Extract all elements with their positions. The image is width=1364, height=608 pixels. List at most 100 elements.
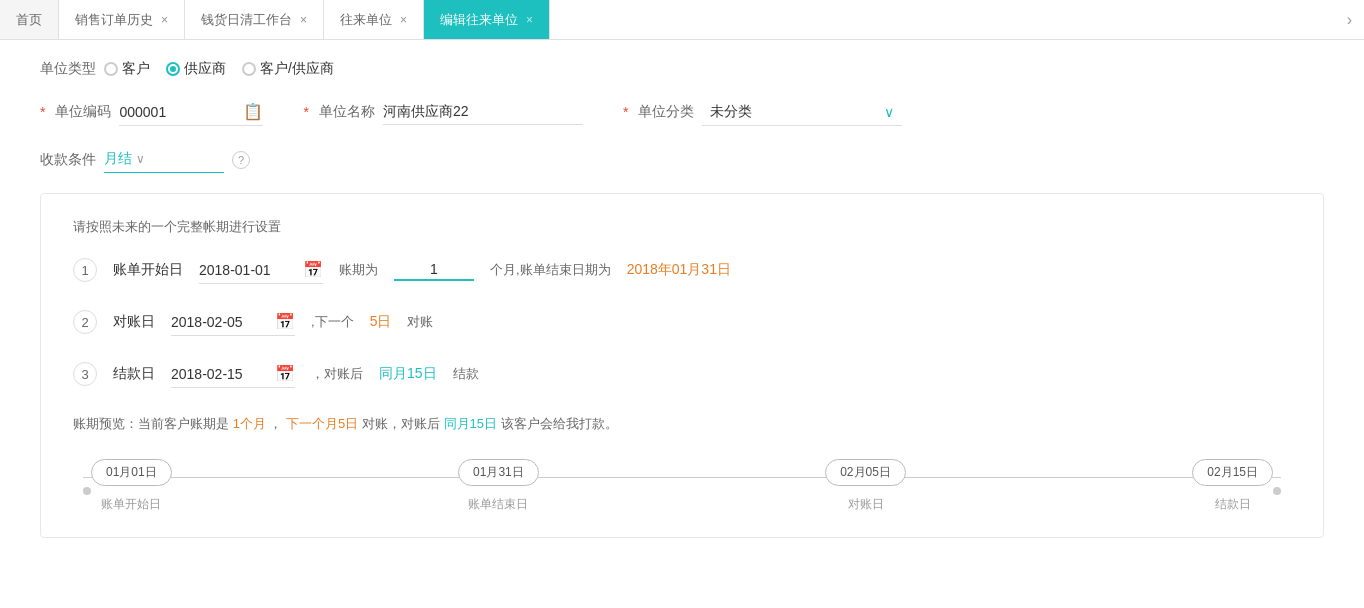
setting-number-1: 1 bbox=[73, 258, 97, 282]
setting-number-3: 3 bbox=[73, 362, 97, 386]
tab-expand-button[interactable]: › bbox=[1335, 0, 1364, 39]
unit-code-icon[interactable]: 📋 bbox=[243, 102, 263, 121]
timeline-node-0: 01月01日 账单开始日 bbox=[91, 459, 172, 513]
settings-card: 请按照未来的一个完整帐期进行设置 1 账单开始日 📅 账期为 个月,账单结束日期… bbox=[40, 193, 1324, 538]
reconcile-date-input-wrapper: 📅 bbox=[171, 308, 295, 336]
timeline-label-1: 账单结束日 bbox=[468, 496, 528, 513]
timeline-pill-1: 01月31日 bbox=[458, 459, 539, 486]
period-desc-prefix: 账期为 bbox=[339, 261, 378, 279]
tab-cashier-workbench-label: 钱货日清工作台 bbox=[201, 11, 292, 29]
tab-partner-units-close[interactable]: × bbox=[400, 13, 407, 27]
preview-text2: ， bbox=[269, 416, 282, 431]
tab-home-label: 首页 bbox=[16, 11, 42, 29]
settlement-desc-part1: ，对账后 bbox=[311, 365, 363, 383]
payment-condition-label: 收款条件 bbox=[40, 151, 96, 169]
tab-edit-partner-units-close[interactable]: × bbox=[526, 13, 533, 27]
preview-part1: 1个月 bbox=[233, 416, 266, 431]
timeline-pill-2: 02月05日 bbox=[825, 459, 906, 486]
timeline-node-2: 02月05日 对账日 bbox=[825, 459, 906, 513]
setting-label-3: 结款日 bbox=[113, 365, 155, 383]
timeline-label-3: 结款日 bbox=[1215, 496, 1251, 513]
timeline-node-1: 01月31日 账单结束日 bbox=[458, 459, 539, 513]
unit-name-field: * 单位名称 bbox=[303, 100, 582, 125]
reconcile-desc-part1: ,下一个 bbox=[311, 313, 354, 331]
timeline-pill-0: 01月01日 bbox=[91, 459, 172, 486]
unit-classify-label: 单位分类 bbox=[638, 103, 694, 121]
settlement-desc-part2: 结款 bbox=[453, 365, 479, 383]
radio-customer-circle bbox=[104, 62, 118, 76]
radio-supplier-circle bbox=[166, 62, 180, 76]
tab-partner-units[interactable]: 往来单位 × bbox=[324, 0, 424, 39]
tab-bar: 首页 销售订单历史 × 钱货日清工作台 × 往来单位 × 编辑往来单位 × › bbox=[0, 0, 1364, 40]
settlement-date-calendar-icon[interactable]: 📅 bbox=[275, 364, 295, 383]
unit-type-radio-group: 客户 供应商 客户/供应商 bbox=[104, 60, 334, 78]
timeline-right-dot bbox=[1273, 487, 1281, 495]
setting-label-1: 账单开始日 bbox=[113, 261, 183, 279]
timeline-label-2: 对账日 bbox=[848, 496, 884, 513]
tab-edit-partner-units-label: 编辑往来单位 bbox=[440, 11, 518, 29]
preview-text3: 对账，对账后 bbox=[362, 416, 440, 431]
setting-row-2: 2 对账日 📅 ,下一个 5日 对账 bbox=[73, 308, 1291, 336]
timeline-nodes: 01月01日 账单开始日 01月31日 账单结束日 02月05日 对账日 02月… bbox=[91, 459, 1273, 513]
timeline-node-3: 02月15日 结款日 bbox=[1192, 459, 1273, 513]
settlement-date-input[interactable] bbox=[171, 366, 271, 382]
payment-condition-help-icon[interactable]: ? bbox=[232, 151, 250, 169]
unit-name-input[interactable] bbox=[383, 100, 583, 125]
start-date-input[interactable] bbox=[199, 262, 299, 278]
payment-condition-chevron-icon: ∨ bbox=[136, 152, 145, 166]
radio-customer-supplier-circle bbox=[242, 62, 256, 76]
unit-type-label: 单位类型 bbox=[40, 60, 96, 78]
radio-customer[interactable]: 客户 bbox=[104, 60, 150, 78]
tab-edit-partner-units[interactable]: 编辑往来单位 × bbox=[424, 0, 550, 39]
radio-supplier-label: 供应商 bbox=[184, 60, 226, 78]
preview-text4: 该客户会给我打款。 bbox=[501, 416, 618, 431]
payment-condition-field: 收款条件 月结 ∨ ? bbox=[40, 146, 250, 173]
tab-sales-history[interactable]: 销售订单历史 × bbox=[59, 0, 185, 39]
tab-cashier-workbench[interactable]: 钱货日清工作台 × bbox=[185, 0, 324, 39]
unit-classify-arrow-icon: ∨ bbox=[884, 104, 894, 120]
payment-condition-select[interactable]: 月结 ∨ bbox=[104, 146, 224, 173]
reconcile-date-input[interactable] bbox=[171, 314, 271, 330]
unit-name-required: * bbox=[303, 104, 308, 120]
unit-code-input-wrapper: 📋 bbox=[119, 98, 263, 126]
payment-condition-value: 月结 bbox=[104, 150, 132, 168]
radio-customer-label: 客户 bbox=[122, 60, 150, 78]
start-date-calendar-icon[interactable]: 📅 bbox=[303, 260, 323, 279]
start-date-input-wrapper: 📅 bbox=[199, 256, 323, 284]
settlement-highlight2: 同月15日 bbox=[379, 365, 437, 383]
unit-classify-required: * bbox=[623, 104, 628, 120]
end-date-highlight: 2018年01月31日 bbox=[627, 261, 731, 279]
payment-condition-row: 收款条件 月结 ∨ ? bbox=[40, 146, 1324, 173]
unit-classify-select[interactable]: 未分类 ∨ bbox=[702, 99, 902, 126]
setting-number-2: 2 bbox=[73, 310, 97, 334]
tab-partner-units-label: 往来单位 bbox=[340, 11, 392, 29]
period-input[interactable] bbox=[394, 259, 474, 281]
radio-customer-supplier-label: 客户/供应商 bbox=[260, 60, 334, 78]
setting-label-2: 对账日 bbox=[113, 313, 155, 331]
unit-type-row: 单位类型 客户 供应商 客户/供应商 bbox=[40, 60, 1324, 78]
main-content: 单位类型 客户 供应商 客户/供应商 * 单位编码 bbox=[0, 40, 1364, 608]
unit-code-field: * 单位编码 📋 bbox=[40, 98, 263, 126]
tab-sales-history-label: 销售订单历史 bbox=[75, 11, 153, 29]
unit-code-required: * bbox=[40, 104, 45, 120]
timeline-pill-3: 02月15日 bbox=[1192, 459, 1273, 486]
tab-home[interactable]: 首页 bbox=[0, 0, 59, 39]
period-desc-suffix: 个月,账单结束日期为 bbox=[490, 261, 611, 279]
tab-sales-history-close[interactable]: × bbox=[161, 13, 168, 27]
timeline-left-dot bbox=[83, 487, 91, 495]
unit-code-input[interactable] bbox=[119, 104, 239, 120]
card-hint: 请按照未来的一个完整帐期进行设置 bbox=[73, 218, 1291, 236]
radio-supplier[interactable]: 供应商 bbox=[166, 60, 226, 78]
unit-type-field: 单位类型 客户 供应商 客户/供应商 bbox=[40, 60, 334, 78]
preview-text: 账期预览：当前客户账期是 1个月 ， 下一个月5日 对账，对账后 同月15日 该… bbox=[73, 412, 1291, 435]
setting-row-1: 1 账单开始日 📅 账期为 个月,账单结束日期为 2018年01月31日 bbox=[73, 256, 1291, 284]
preview-part3: 同月15日 bbox=[444, 416, 497, 431]
tab-cashier-workbench-close[interactable]: × bbox=[300, 13, 307, 27]
preview-part2: 下一个月5日 bbox=[286, 416, 358, 431]
unit-classify-value: 未分类 bbox=[710, 103, 880, 121]
preview-label: 账期预览：当前客户账期是 bbox=[73, 416, 229, 431]
unit-name-label: 单位名称 bbox=[319, 103, 375, 121]
reconcile-date-calendar-icon[interactable]: 📅 bbox=[275, 312, 295, 331]
reconcile-desc-part2: 对账 bbox=[407, 313, 433, 331]
radio-customer-supplier[interactable]: 客户/供应商 bbox=[242, 60, 334, 78]
